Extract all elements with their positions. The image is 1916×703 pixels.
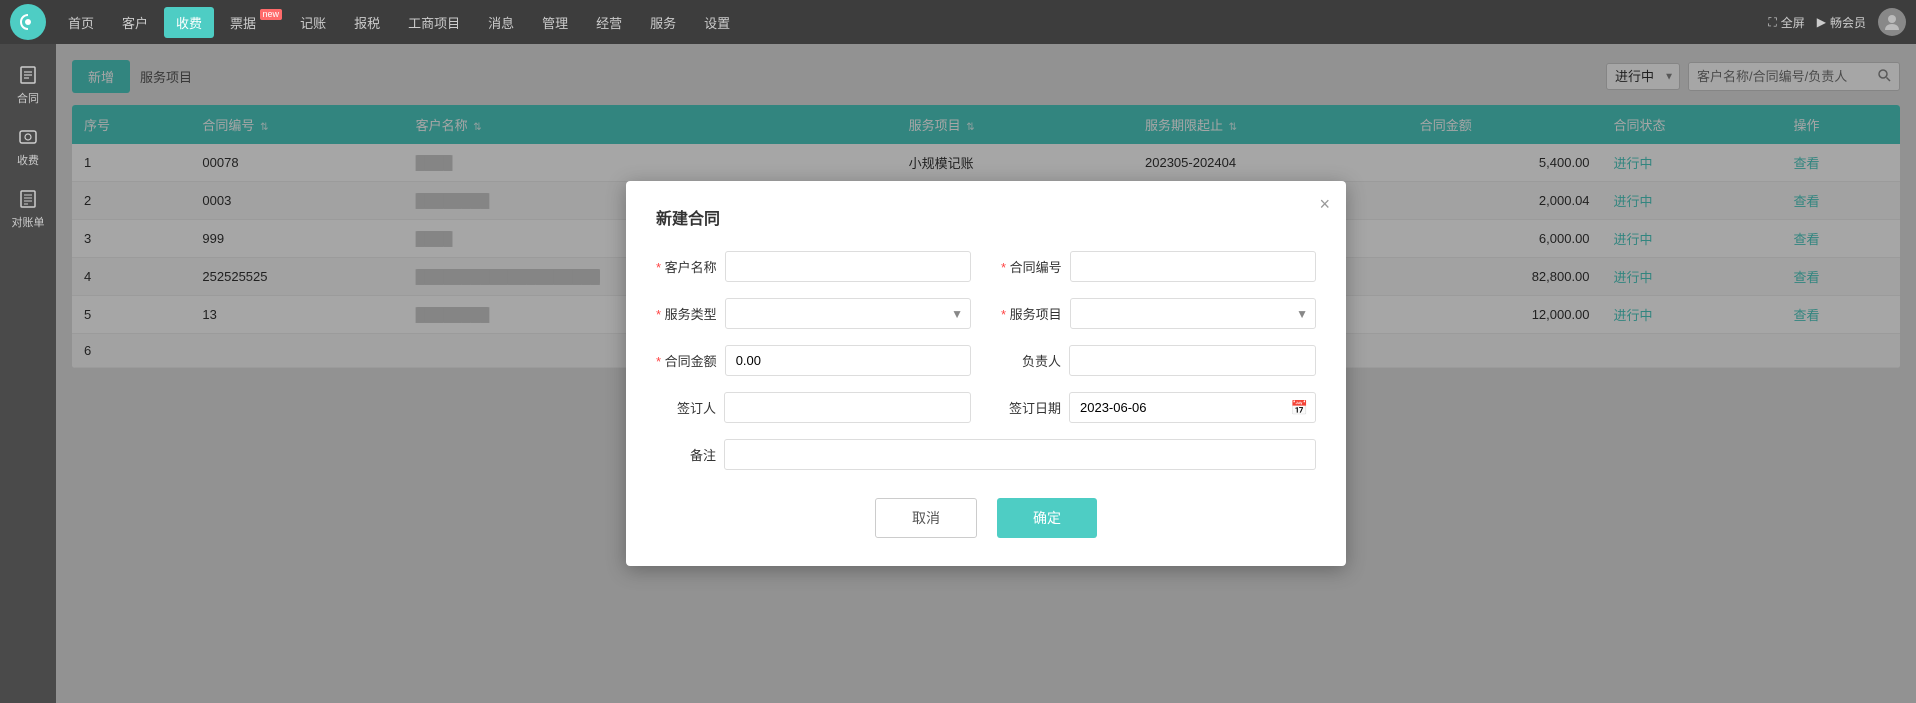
dialog: 新建合同 × 客户名称 合同编号 服务类型	[626, 181, 1346, 566]
dialog-title: 新建合同	[656, 205, 1316, 229]
nav-right: ⛶ 全屏 ▶ 畅会员	[1768, 8, 1906, 36]
member-button[interactable]: ▶ 畅会员	[1817, 14, 1866, 31]
nav-items: 首页 客户 收费 票据 new 记账 报税 工商项目 消息 管理 经营 服务 设…	[56, 7, 1768, 38]
form-row-service-item: 服务项目 ▼	[1001, 298, 1316, 329]
confirm-button[interactable]: 确定	[997, 498, 1097, 538]
nav-customer[interactable]: 客户	[110, 7, 160, 38]
form-grid: 客户名称 合同编号 服务类型 ▼	[656, 251, 1316, 470]
nav-bookkeeping[interactable]: 记账	[288, 7, 338, 38]
fullscreen-button[interactable]: ⛶ 全屏	[1768, 14, 1804, 31]
form-row-amount: 合同金额	[656, 345, 971, 376]
content-area: 新增 服务项目 进行中 已完成 全部 ▼	[56, 44, 1916, 703]
top-nav: 首页 客户 收费 票据 new 记账 报税 工商项目 消息 管理 经营 服务 设…	[0, 0, 1916, 44]
nav-manage[interactable]: 管理	[530, 7, 580, 38]
overlay[interactable]: 新建合同 × 客户名称 合同编号 服务类型	[56, 44, 1916, 703]
sidebar: 合同 收费 对账单	[0, 44, 56, 703]
form-row-service-type: 服务类型 ▼	[656, 298, 971, 329]
nav-billing[interactable]: 收费	[164, 7, 214, 38]
service-type-label: 服务类型	[656, 304, 717, 323]
service-type-select-wrap: ▼	[725, 298, 971, 329]
form-row-responsible: 负责人	[1001, 345, 1316, 376]
contract-amount-label: 合同金额	[656, 351, 717, 370]
nav-business[interactable]: 工商项目	[396, 7, 472, 38]
signer-input[interactable]	[724, 392, 971, 423]
new-badge: new	[260, 9, 283, 20]
fullscreen-icon: ⛶	[1768, 15, 1776, 30]
sidebar-item-reconciliation[interactable]: 对账单	[0, 178, 56, 240]
service-item-select[interactable]	[1070, 298, 1316, 329]
form-row-customer: 客户名称	[656, 251, 971, 282]
form-row-remark: 备注	[656, 439, 1316, 470]
service-item-label: 服务项目	[1001, 304, 1062, 323]
signer-label: 签订人	[656, 398, 716, 417]
nav-operation[interactable]: 经营	[584, 7, 634, 38]
customer-name-input[interactable]	[725, 251, 971, 282]
play-icon: ▶	[1817, 15, 1826, 29]
remark-input[interactable]	[724, 439, 1316, 470]
dialog-footer: 取消 确定	[656, 498, 1316, 538]
contract-no-label: 合同编号	[1001, 257, 1062, 276]
nav-tax[interactable]: 报税	[342, 7, 392, 38]
cancel-button[interactable]: 取消	[875, 498, 977, 538]
form-row-sign-date: 签订日期 📅	[1001, 392, 1316, 423]
responsible-person-input[interactable]	[1069, 345, 1316, 376]
service-item-select-wrap: ▼	[1070, 298, 1316, 329]
main-layout: 合同 收费 对账单	[0, 44, 1916, 703]
sidebar-item-contract[interactable]: 合同	[0, 54, 56, 116]
contract-amount-input[interactable]	[725, 345, 971, 376]
contract-no-input[interactable]	[1070, 251, 1316, 282]
reconciliation-icon	[17, 188, 39, 210]
customer-name-label: 客户名称	[656, 257, 717, 276]
sign-date-label: 签订日期	[1001, 398, 1061, 417]
sign-date-wrap: 📅	[1069, 392, 1316, 423]
sidebar-item-billing[interactable]: 收费	[0, 116, 56, 178]
remark-label: 备注	[656, 445, 716, 464]
form-row-contract-no: 合同编号	[1001, 251, 1316, 282]
nav-settings[interactable]: 设置	[692, 7, 742, 38]
logo	[10, 4, 46, 40]
contract-icon	[17, 64, 39, 86]
nav-invoice[interactable]: 票据 new	[218, 7, 284, 38]
avatar[interactable]	[1878, 8, 1906, 36]
nav-service[interactable]: 服务	[638, 7, 688, 38]
dialog-close-button[interactable]: ×	[1319, 195, 1330, 213]
nav-message[interactable]: 消息	[476, 7, 526, 38]
form-row-signer: 签订人	[656, 392, 971, 423]
responsible-person-label: 负责人	[1001, 351, 1061, 370]
nav-home[interactable]: 首页	[56, 7, 106, 38]
sign-date-input[interactable]	[1069, 392, 1316, 423]
service-type-select[interactable]	[725, 298, 971, 329]
billing-icon	[17, 126, 39, 148]
